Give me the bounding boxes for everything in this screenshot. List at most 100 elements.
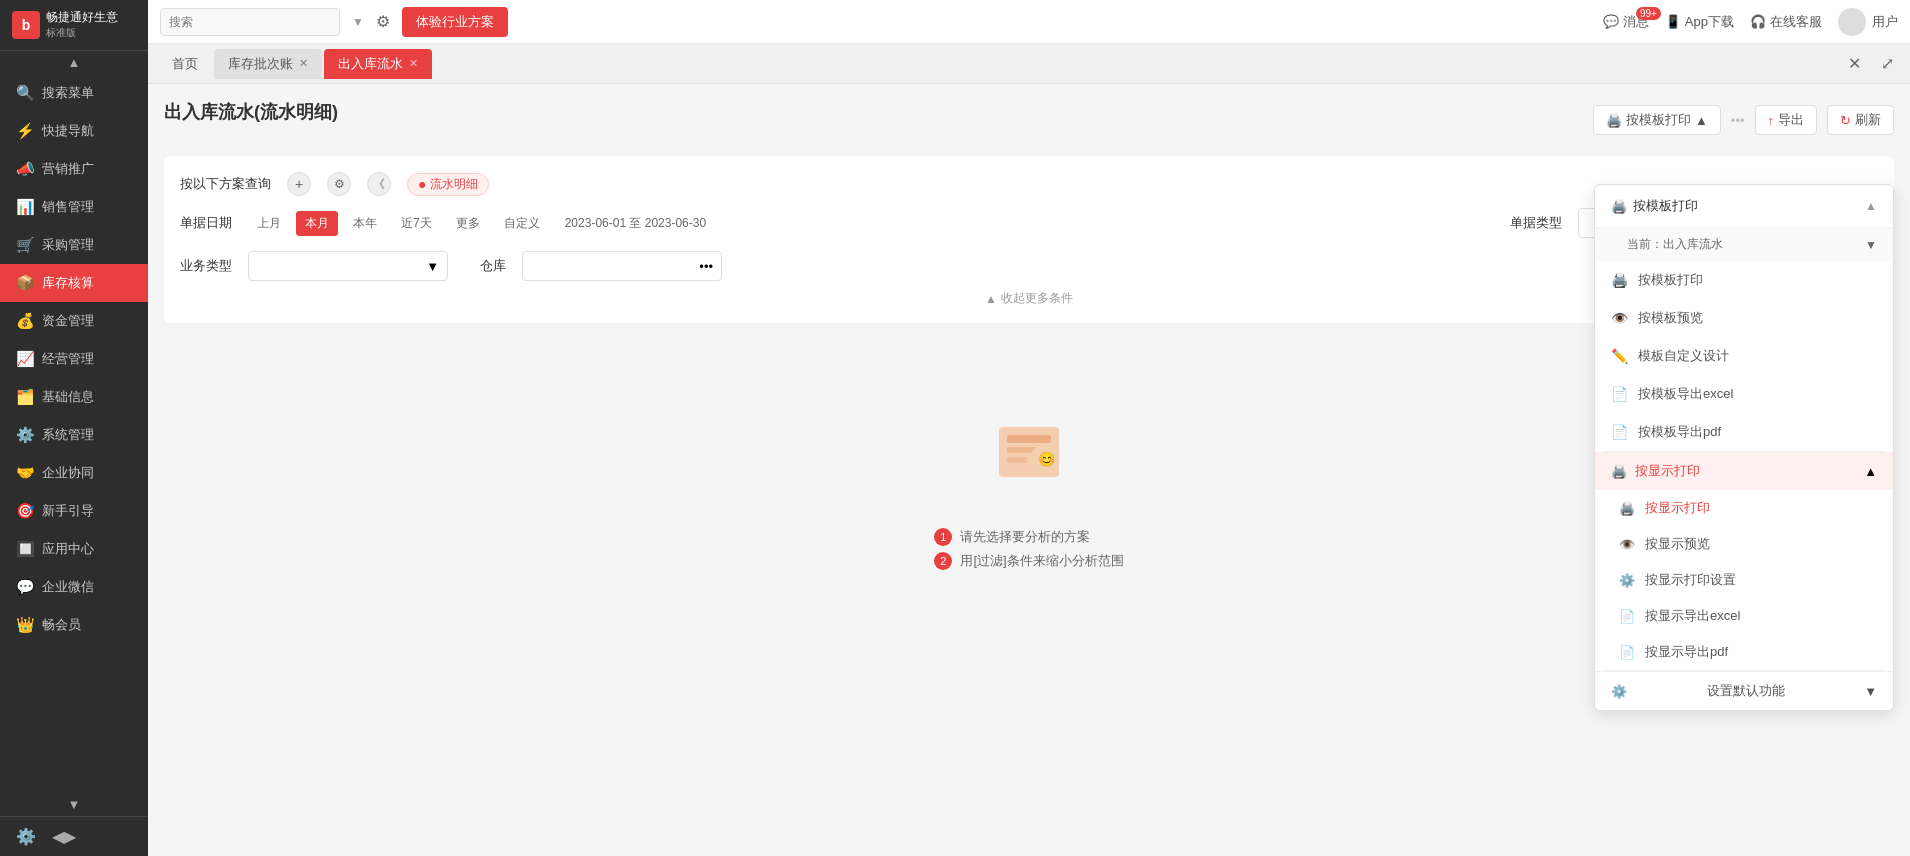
logo-text: 畅捷通好生意 标准版 bbox=[46, 10, 118, 40]
tab-inventory-flow[interactable]: 出入库流水 ✕ bbox=[324, 49, 432, 79]
headset-icon: 🎧 bbox=[1750, 14, 1766, 29]
message-badge[interactable]: 💬 消息 99+ bbox=[1603, 13, 1649, 31]
search-dropdown-icon[interactable]: ▼ bbox=[352, 15, 364, 29]
sidebar-item-label-sales: 销售管理 bbox=[42, 198, 94, 216]
sidebar-collapse-icon[interactable]: ◀▶ bbox=[52, 827, 76, 846]
trial-button[interactable]: 体验行业方案 bbox=[402, 7, 508, 37]
window-expand-button[interactable]: ⤢ bbox=[1875, 52, 1900, 75]
dropdown-collapse-arrow[interactable]: ▲ bbox=[1865, 199, 1877, 213]
dropdown-item-template-export-excel[interactable]: 📄 按模板导出excel bbox=[1595, 375, 1893, 413]
sidebar-item-inventory[interactable]: 📦 库存核算 bbox=[0, 264, 148, 302]
display-section-arrow[interactable]: ▲ bbox=[1864, 464, 1877, 479]
sidebar-scroll-up[interactable]: ▲ bbox=[0, 51, 148, 74]
user-menu[interactable]: 用户 bbox=[1838, 8, 1898, 36]
finance-icon: 💰 bbox=[16, 312, 34, 330]
dropdown-item-template-custom[interactable]: ✏️ 模板自定义设计 bbox=[1595, 337, 1893, 375]
export-button[interactable]: ↑ 导出 bbox=[1755, 105, 1818, 135]
dropdown-display-item-display-print-settings[interactable]: ⚙️ 按显示打印设置 bbox=[1595, 562, 1893, 598]
dropdown-display-section[interactable]: 🖨️ 按显示打印 ▲ bbox=[1595, 452, 1893, 490]
sidebar-item-finance[interactable]: 💰 资金管理 bbox=[0, 302, 148, 340]
sidebar-item-appcenter[interactable]: 🔲 应用中心 bbox=[0, 530, 148, 568]
display-print-settings-label: 按显示打印设置 bbox=[1645, 571, 1736, 589]
collapse-filter-button[interactable]: ▲ 收起更多条件 bbox=[985, 290, 1073, 307]
sidebar-item-shortcut[interactable]: ⚡ 快捷导航 bbox=[0, 112, 148, 150]
sidebar-item-marketing[interactable]: 📣 营销推广 bbox=[0, 150, 148, 188]
footer-settings-icon: ⚙️ bbox=[1611, 684, 1627, 699]
dropdown-item-template-preview[interactable]: 👁️ 按模板预览 bbox=[1595, 299, 1893, 337]
sidebar-item-collab[interactable]: 🤝 企业协同 bbox=[0, 454, 148, 492]
user-name: 用户 bbox=[1872, 13, 1898, 31]
template-export-excel-icon: 📄 bbox=[1611, 386, 1628, 402]
filter-config-button[interactable]: ⚙ bbox=[327, 172, 351, 196]
dropdown-current: 当前：出入库流水 ▼ bbox=[1595, 228, 1893, 261]
tab-close-inventory-flow[interactable]: ✕ bbox=[409, 57, 418, 70]
dropdown-display-item-display-print[interactable]: 🖨️ 按显示打印 bbox=[1595, 490, 1893, 526]
export-icon: ↑ bbox=[1768, 113, 1775, 128]
online-service-link[interactable]: 🎧 在线客服 bbox=[1750, 13, 1822, 31]
dropdown-print-icon: 🖨️ bbox=[1611, 199, 1627, 214]
date-pill-本月[interactable]: 本月 bbox=[296, 211, 338, 236]
dropdown-display-item-display-export-excel[interactable]: 📄 按显示导出excel bbox=[1595, 598, 1893, 634]
print-template-button[interactable]: 🖨️ 按模板打印 ▲ bbox=[1593, 105, 1721, 135]
filter-collapse-left[interactable]: 《 bbox=[367, 172, 391, 196]
dropdown-display-item-display-export-pdf[interactable]: 📄 按显示导出pdf bbox=[1595, 634, 1893, 670]
shortcut-icon: ⚡ bbox=[16, 122, 34, 140]
dropdown-item-template-print[interactable]: 🖨️ 按模板打印 bbox=[1595, 261, 1893, 299]
tab-close-inventory-batch[interactable]: ✕ bbox=[299, 57, 308, 70]
sidebar-bottom: ⚙️ ◀▶ bbox=[0, 816, 148, 856]
tab-inventory-batch[interactable]: 库存批次账 ✕ bbox=[214, 49, 322, 79]
print-dropdown-arrow[interactable]: ▲ bbox=[1695, 113, 1708, 128]
sidebar-item-sales[interactable]: 📊 销售管理 bbox=[0, 188, 148, 226]
collab-icon: 🤝 bbox=[16, 464, 34, 482]
date-pill-近7天[interactable]: 近7天 bbox=[392, 211, 441, 236]
tab-home[interactable]: 首页 bbox=[158, 49, 212, 79]
sidebar-item-member[interactable]: 👑 畅会员 bbox=[0, 606, 148, 644]
sidebar-item-label-operation: 经营管理 bbox=[42, 350, 94, 368]
empty-steps: 1 请先选择要分析的方案 2 用[过滤]条件来缩小分析范围 bbox=[934, 528, 1123, 570]
tabs-bar: 首页 库存批次账 ✕ 出入库流水 ✕ ✕ ⤢ bbox=[148, 44, 1910, 84]
display-preview-label: 按显示预览 bbox=[1645, 535, 1710, 553]
display-preview-icon: 👁️ bbox=[1619, 537, 1635, 552]
date-pill-上月[interactable]: 上月 bbox=[248, 211, 290, 236]
sidebar-item-search[interactable]: 🔍 搜索菜单 bbox=[0, 74, 148, 112]
empty-illustration: 😊 bbox=[979, 397, 1079, 516]
date-pill-自定义[interactable]: 自定义 bbox=[495, 211, 549, 236]
window-close-button[interactable]: ✕ bbox=[1842, 52, 1867, 75]
dropdown-footer[interactable]: ⚙️ 设置默认功能 ▼ bbox=[1595, 671, 1893, 710]
display-section-icon: 🖨️ bbox=[1611, 464, 1627, 479]
collapse-icon: ▲ bbox=[985, 292, 997, 306]
logo-icon: b bbox=[12, 11, 40, 39]
sidebar-item-operation[interactable]: 📈 经营管理 bbox=[0, 340, 148, 378]
app-download-link[interactable]: 📱 App下载 bbox=[1665, 13, 1734, 31]
refresh-button[interactable]: ↻ 刷新 bbox=[1827, 105, 1894, 135]
display-print-label: 按显示打印 bbox=[1645, 499, 1710, 517]
sidebar-item-guide[interactable]: 🎯 新手引导 bbox=[0, 492, 148, 530]
purchase-icon: 🛒 bbox=[16, 236, 34, 254]
member-icon: 👑 bbox=[16, 616, 34, 634]
warehouse-select[interactable]: ••• bbox=[522, 251, 722, 281]
date-pill-本年[interactable]: 本年 bbox=[344, 211, 386, 236]
sidebar-settings-icon[interactable]: ⚙️ bbox=[16, 827, 36, 846]
filter-tag-flow[interactable]: ● 流水明细 bbox=[407, 173, 489, 196]
date-pill-更多[interactable]: 更多 bbox=[447, 211, 489, 236]
dropdown-header: 🖨️ 按模板打印 ▲ bbox=[1595, 185, 1893, 228]
system-icon: ⚙️ bbox=[16, 426, 34, 444]
search-input[interactable] bbox=[160, 8, 340, 36]
dropdown-item-template-export-pdf[interactable]: 📄 按模板导出pdf bbox=[1595, 413, 1893, 451]
dropdown-current-arrow[interactable]: ▼ bbox=[1865, 238, 1877, 252]
sidebar-item-system[interactable]: ⚙️ 系统管理 bbox=[0, 416, 148, 454]
dropdown-display-item-display-preview[interactable]: 👁️ 按显示预览 bbox=[1595, 526, 1893, 562]
sidebar-scroll-down[interactable]: ▼ bbox=[0, 793, 148, 816]
guide-icon: 🎯 bbox=[16, 502, 34, 520]
window-controls: ✕ ⤢ bbox=[1842, 52, 1900, 75]
svg-rect-3 bbox=[1007, 457, 1027, 463]
template-preview-label: 按模板预览 bbox=[1638, 309, 1703, 327]
sidebar-item-wechat[interactable]: 💬 企业微信 bbox=[0, 568, 148, 606]
business-type-select[interactable]: ▼ bbox=[248, 251, 448, 281]
sidebar-item-purchase[interactable]: 🛒 采购管理 bbox=[0, 226, 148, 264]
filter-add-button[interactable]: + bbox=[287, 172, 311, 196]
sidebar-item-label-collab: 企业协同 bbox=[42, 464, 94, 482]
settings-gear-icon[interactable]: ⚙ bbox=[376, 12, 390, 31]
sidebar-item-base[interactable]: 🗂️ 基础信息 bbox=[0, 378, 148, 416]
toolbar-more-icon[interactable]: ••• bbox=[1731, 113, 1745, 128]
